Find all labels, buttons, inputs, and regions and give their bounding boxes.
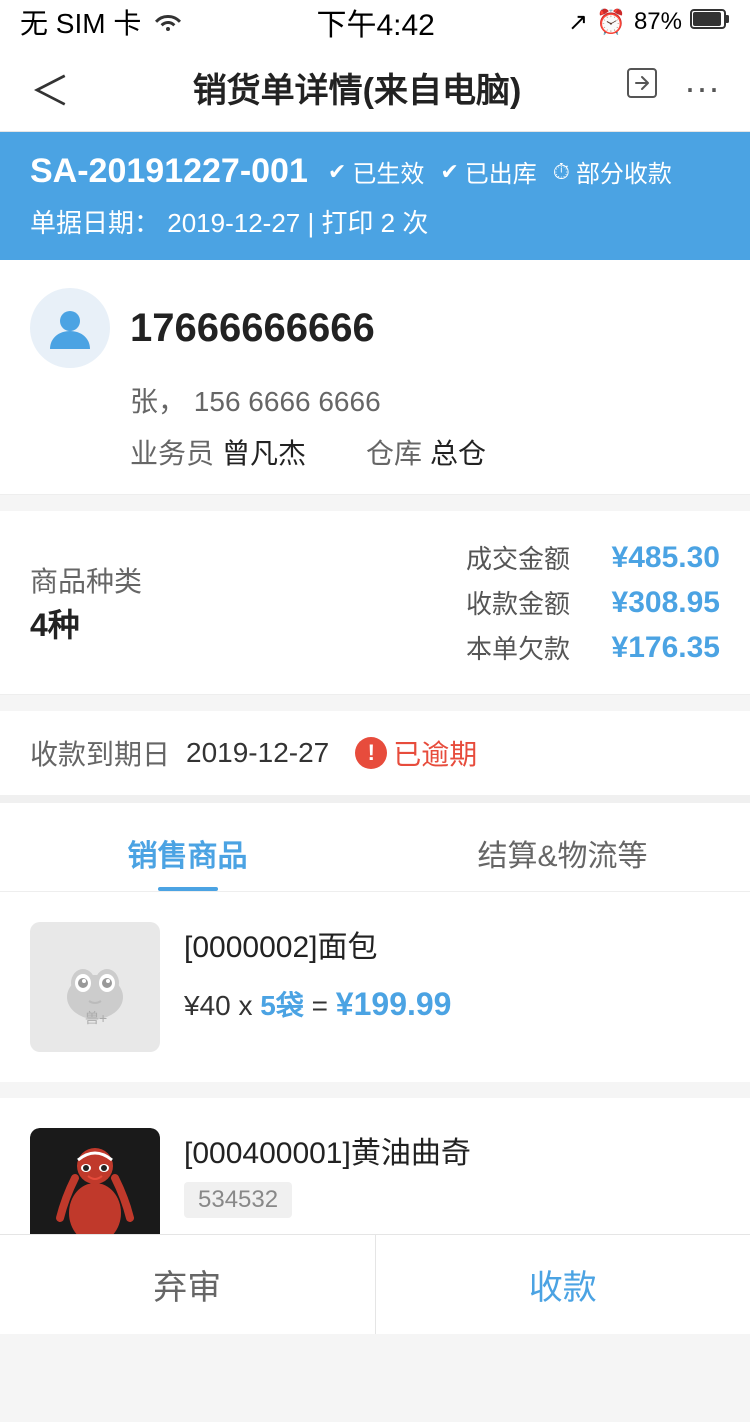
stats-section: 商品种类 4种 成交金额 ¥485.30 收款金额 ¥308.95 本单欠款 ¥…: [0, 511, 750, 695]
payment-due-label: 收款到期日: [30, 733, 170, 773]
stats-due-row: 本单欠款 ¥176.35: [466, 629, 720, 666]
alarm-icon: ⏰: [596, 8, 626, 37]
avatar: [30, 288, 110, 368]
overdue-text: 已逾期: [393, 733, 477, 773]
product-thumbnail-1: 兽+: [30, 922, 160, 1052]
status-bar-time: 下午4:42: [316, 0, 434, 44]
product-name-2: [000400001]黄油曲奇: [184, 1128, 720, 1172]
stats-amounts: 成交金额 ¥485.30 收款金额 ¥308.95 本单欠款 ¥176.35: [466, 539, 720, 666]
deal-amount-value: ¥485.30: [590, 541, 720, 575]
price-total-1: ¥199.99: [336, 986, 452, 1022]
battery-text: 87%: [634, 8, 682, 36]
location-icon: ↗: [568, 8, 588, 37]
status-bar-right: ↗ ⏰ 87%: [568, 8, 730, 37]
deal-amount-label: 成交金额: [466, 539, 570, 576]
product-name-1: [0000002]面包: [184, 922, 720, 966]
received-label: 收款金额: [466, 584, 570, 621]
tabs-section: 销售商品 结算&物流等: [0, 803, 750, 892]
cancel-button[interactable]: 弃审: [0, 1235, 376, 1334]
tab-settlement[interactable]: 结算&物流等: [375, 803, 750, 891]
badge-effective: ✔ 已生效: [328, 154, 424, 189]
warehouse-label: 仓库: [366, 432, 422, 472]
customer-section: 17666666666 张， 156 6666 6666 业务员 曾凡杰 仓库 …: [0, 260, 750, 495]
svg-text:兽+: 兽+: [85, 1010, 107, 1026]
nav-bar: ＜ 销货单详情(来自电脑) ···: [0, 44, 750, 132]
product-price-row-1: ¥40 x 5袋 = ¥199.99: [184, 984, 720, 1024]
more-icon[interactable]: ···: [684, 67, 720, 109]
stats-deal-row: 成交金额 ¥485.30: [466, 539, 720, 576]
price-qty-1: 5袋: [260, 990, 304, 1021]
page-title: 销货单详情(来自电脑): [90, 63, 624, 112]
due-value: ¥176.35: [590, 631, 720, 665]
stats-received-row: 收款金额 ¥308.95: [466, 584, 720, 621]
customer-staff-row: 业务员 曾凡杰 仓库 总仓: [30, 432, 720, 472]
product-sku-2: 534532: [184, 1182, 292, 1218]
payment-due-date: 2019-12-27: [186, 737, 329, 769]
list-item: 兽+ [0000002]面包 ¥40 x 5袋 = ¥199.99: [0, 892, 750, 1082]
category-label: 商品种类: [30, 560, 142, 600]
status-badges: ✔ 已生效 ✔ 已出库 ⏱ 部分收款: [328, 154, 672, 189]
check-icon-1: ✔: [328, 159, 346, 185]
customer-info: 张， 156 6666 6666: [30, 380, 720, 420]
order-id: SA-20191227-001: [30, 152, 308, 191]
status-bar-left: 无 SIM 卡: [20, 2, 183, 42]
category-value: 4种: [30, 600, 142, 646]
stats-categories: 商品种类 4种: [30, 539, 142, 666]
order-header: SA-20191227-001 ✔ 已生效 ✔ 已出库 ⏱ 部分收款 单据日期：…: [0, 132, 750, 260]
confirm-button[interactable]: 收款: [376, 1235, 750, 1334]
price-unit-1: ¥40: [184, 990, 231, 1021]
order-meta: 单据日期： 2019-12-27 | 打印 2 次: [30, 203, 720, 240]
bottom-bar: 弃审 收款: [0, 1234, 750, 1334]
product-info-1: [0000002]面包 ¥40 x 5袋 = ¥199.99: [184, 922, 720, 1052]
wifi-icon: [153, 6, 183, 38]
staff-label: 业务员: [130, 432, 214, 472]
received-value: ¥308.95: [590, 586, 720, 620]
nav-actions: ···: [624, 65, 720, 110]
share-icon[interactable]: [624, 65, 660, 110]
badge-partial-payment: ⏱ 部分收款: [553, 154, 672, 189]
overdue-badge: ! 已逾期: [355, 733, 477, 773]
battery-icon: [690, 8, 730, 37]
badge-shipped: ✔ 已出库: [440, 154, 536, 189]
back-button[interactable]: ＜: [30, 59, 70, 117]
product-image-placeholder-1: 兽+: [30, 922, 160, 1052]
due-label: 本单欠款: [466, 629, 570, 666]
status-bar: 无 SIM 卡 下午4:42 ↗ ⏰ 87%: [0, 0, 750, 44]
tab-products[interactable]: 销售商品: [0, 803, 375, 891]
customer-phone: 17666666666: [130, 306, 375, 351]
check-icon-2: ✔: [440, 159, 458, 185]
warehouse-value: 总仓: [430, 432, 486, 472]
staff-value: 曾凡杰: [222, 432, 306, 472]
clock-icon: ⏱: [553, 159, 570, 185]
sim-status: 无 SIM 卡: [20, 2, 141, 42]
payment-due-section: 收款到期日 2019-12-27 ! 已逾期: [0, 711, 750, 803]
overdue-icon: !: [355, 737, 387, 769]
